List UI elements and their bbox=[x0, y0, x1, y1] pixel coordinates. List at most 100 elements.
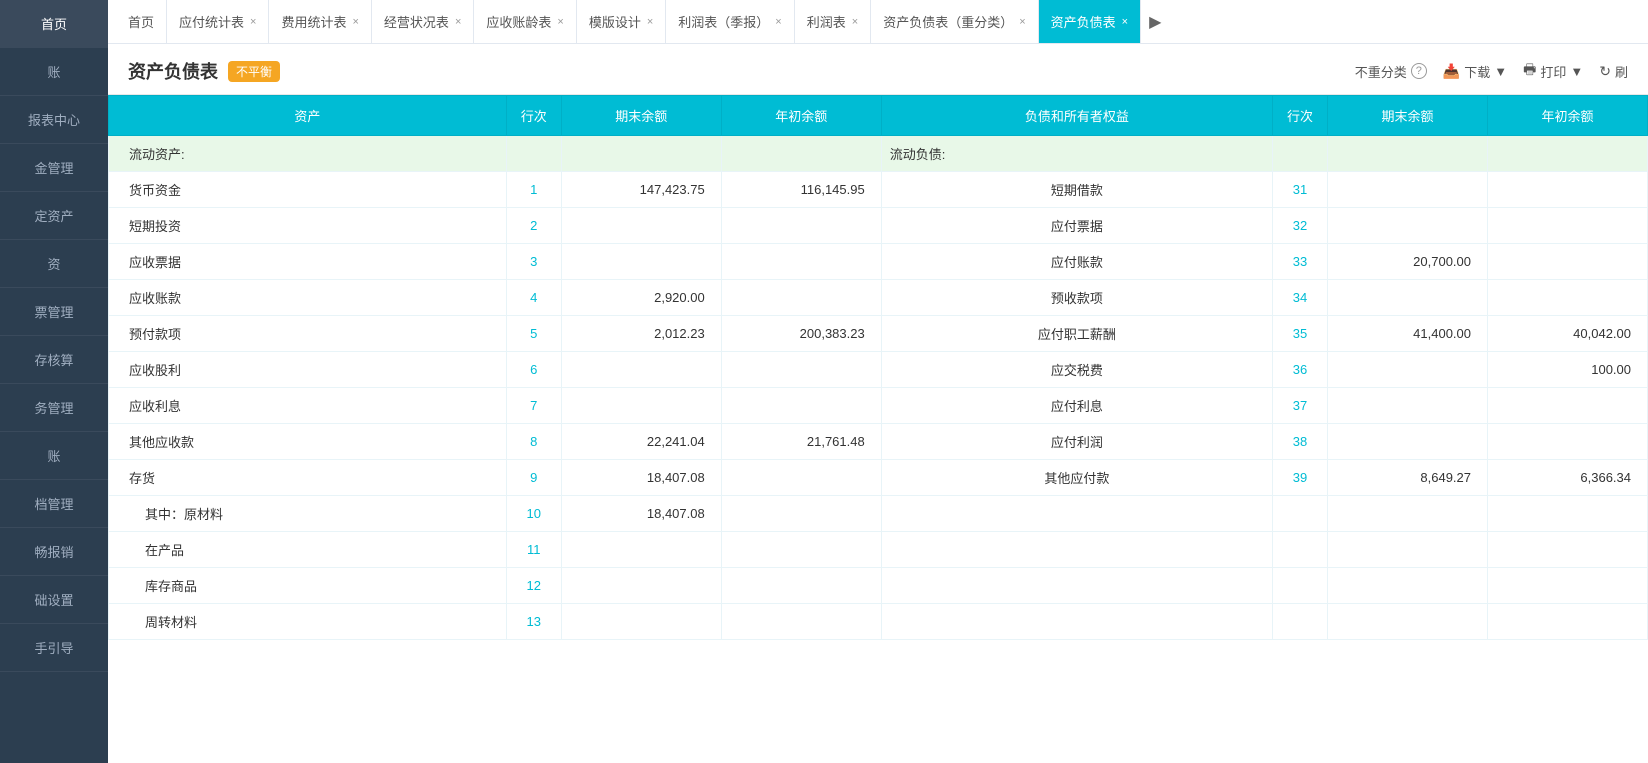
asset-start-balance bbox=[721, 532, 881, 568]
section-start-right bbox=[1488, 136, 1648, 172]
liability-row-num: 38 bbox=[1273, 424, 1328, 460]
col-start-balance-left: 年初余额 bbox=[721, 96, 881, 136]
help-icon[interactable]: ? bbox=[1411, 63, 1427, 79]
asset-name: 周转材料 bbox=[109, 604, 507, 640]
sidebar-item-fund-mgmt[interactable]: 金管理 bbox=[0, 144, 108, 192]
tab-close-profit-quarterly[interactable]: × bbox=[775, 16, 781, 28]
sidebar-item-expense[interactable]: 畅报销 bbox=[0, 528, 108, 576]
section-row-num-left bbox=[506, 136, 561, 172]
liability-start-balance bbox=[1488, 568, 1648, 604]
liability-name: 短期借款 bbox=[881, 172, 1272, 208]
section-label-liabilities: 流动负债: bbox=[881, 136, 1272, 172]
liability-start-balance bbox=[1488, 280, 1648, 316]
refresh-action[interactable]: ↻ 刷 bbox=[1599, 62, 1628, 81]
print-icon: 🖶 bbox=[1523, 59, 1536, 83]
tab-ops-status[interactable]: 经营状况表 × bbox=[372, 0, 474, 44]
table-row: 存货 9 18,407.08 其他应付款 39 8,649.27 6,366.3… bbox=[109, 460, 1648, 496]
asset-name: 库存商品 bbox=[109, 568, 507, 604]
asset-start-balance bbox=[721, 352, 881, 388]
tab-home[interactable]: 首页 bbox=[116, 0, 167, 44]
sidebar-item-home[interactable]: 首页 bbox=[0, 0, 108, 48]
tab-close-ar-aging[interactable]: × bbox=[557, 16, 563, 28]
col-end-balance-right: 期末余额 bbox=[1328, 96, 1488, 136]
liability-end-balance bbox=[1328, 208, 1488, 244]
tab-close-template-design[interactable]: × bbox=[647, 16, 653, 28]
col-row-num-left: 行次 bbox=[506, 96, 561, 136]
tab-balance-sheet[interactable]: 资产负债表 × bbox=[1039, 0, 1141, 44]
asset-row-num: 9 bbox=[506, 460, 561, 496]
tab-expense-stats[interactable]: 费用统计表 × bbox=[269, 0, 371, 44]
liability-name: 应付职工薪酬 bbox=[881, 316, 1272, 352]
liability-name: 应付票据 bbox=[881, 208, 1272, 244]
liability-name bbox=[881, 568, 1272, 604]
section-label-assets: 流动资产: bbox=[109, 136, 507, 172]
asset-row-num: 6 bbox=[506, 352, 561, 388]
page-title: 资产负债表 bbox=[128, 58, 218, 84]
tab-template-design[interactable]: 模版设计 × bbox=[577, 0, 666, 44]
page-header: 资产负债表 不平衡 不重分类 ? 📥 下载 ▼ 🖶 打印 ▼ bbox=[108, 44, 1648, 95]
header-actions: 不重分类 ? 📥 下载 ▼ 🖶 打印 ▼ ↻ 刷 bbox=[1355, 59, 1628, 83]
print-action[interactable]: 🖶 打印 ▼ bbox=[1523, 59, 1583, 83]
sidebar-item-business-mgmt[interactable]: 务管理 bbox=[0, 384, 108, 432]
tab-close-profit[interactable]: × bbox=[852, 16, 858, 28]
liability-end-balance bbox=[1328, 280, 1488, 316]
asset-name: 其他应收款 bbox=[109, 424, 507, 460]
liability-row-num: 31 bbox=[1273, 172, 1328, 208]
sidebar-item-invoice-mgmt[interactable]: 票管理 bbox=[0, 288, 108, 336]
sidebar-item-ledger[interactable]: 账 bbox=[0, 432, 108, 480]
asset-start-balance bbox=[721, 604, 881, 640]
tab-close-balance-reclassify[interactable]: × bbox=[1019, 16, 1025, 28]
asset-row-num: 3 bbox=[506, 244, 561, 280]
sidebar-item-report-center[interactable]: 报表中心 bbox=[0, 96, 108, 144]
table-row: 其他应收款 8 22,241.04 21,761.48 应付利润 38 bbox=[109, 424, 1648, 460]
tab-balance-reclassify[interactable]: 资产负债表（重分类） × bbox=[871, 0, 1038, 44]
tab-ap-stats[interactable]: 应付统计表 × bbox=[167, 0, 269, 44]
table-row: 其中：原材料 10 18,407.08 bbox=[109, 496, 1648, 532]
asset-row-num: 12 bbox=[506, 568, 561, 604]
asset-end-balance bbox=[561, 568, 721, 604]
asset-row-num: 13 bbox=[506, 604, 561, 640]
download-action[interactable]: 📥 下载 ▼ bbox=[1443, 62, 1507, 81]
asset-row-num: 2 bbox=[506, 208, 561, 244]
sidebar-item-basic-settings[interactable]: 础设置 bbox=[0, 576, 108, 624]
liability-start-balance: 100.00 bbox=[1488, 352, 1648, 388]
tab-close-balance-sheet[interactable]: × bbox=[1122, 16, 1128, 28]
liability-row-num bbox=[1273, 496, 1328, 532]
table-row: 预付款项 5 2,012.23 200,383.23 应付职工薪酬 35 41,… bbox=[109, 316, 1648, 352]
asset-row-num: 5 bbox=[506, 316, 561, 352]
asset-start-balance bbox=[721, 388, 881, 424]
asset-name: 存货 bbox=[109, 460, 507, 496]
tab-profit[interactable]: 利润表 × bbox=[795, 0, 871, 44]
sidebar-item-inventory[interactable]: 存核算 bbox=[0, 336, 108, 384]
table-row: 短期投资 2 应付票据 32 bbox=[109, 208, 1648, 244]
sidebar-item-file-mgmt[interactable]: 档管理 bbox=[0, 480, 108, 528]
section-row-num-right bbox=[1273, 136, 1328, 172]
table-row: 应收股利 6 应交税费 36 100.00 bbox=[109, 352, 1648, 388]
tab-ar-aging[interactable]: 应收账龄表 × bbox=[474, 0, 576, 44]
sidebar-item-assets[interactable]: 资 bbox=[0, 240, 108, 288]
tab-close-expense-stats[interactable]: × bbox=[352, 16, 358, 28]
liability-end-balance bbox=[1328, 568, 1488, 604]
tab-scroll-right[interactable]: ▶ bbox=[1141, 12, 1169, 32]
sidebar-item-fixed-assets[interactable]: 定资产 bbox=[0, 192, 108, 240]
col-assets: 资产 bbox=[109, 96, 507, 136]
liability-start-balance bbox=[1488, 208, 1648, 244]
tab-profit-quarterly[interactable]: 利润表（季报） × bbox=[666, 0, 794, 44]
sidebar-item-guide[interactable]: 手引导 bbox=[0, 624, 108, 672]
liability-end-balance bbox=[1328, 388, 1488, 424]
liability-start-balance bbox=[1488, 244, 1648, 280]
tab-close-ops-status[interactable]: × bbox=[455, 16, 461, 28]
non-redistribute-action[interactable]: 不重分类 ? bbox=[1355, 62, 1427, 81]
liability-start-balance bbox=[1488, 388, 1648, 424]
asset-end-balance: 18,407.08 bbox=[561, 496, 721, 532]
liability-start-balance bbox=[1488, 496, 1648, 532]
tab-close-ap-stats[interactable]: × bbox=[250, 16, 256, 28]
table-row: 周转材料 13 bbox=[109, 604, 1648, 640]
asset-row-num: 11 bbox=[506, 532, 561, 568]
col-start-balance-right: 年初余额 bbox=[1488, 96, 1648, 136]
refresh-icon: ↻ bbox=[1599, 63, 1611, 80]
liability-start-balance bbox=[1488, 172, 1648, 208]
sidebar-item-account[interactable]: 账 bbox=[0, 48, 108, 96]
col-row-num-right: 行次 bbox=[1273, 96, 1328, 136]
asset-end-balance bbox=[561, 208, 721, 244]
